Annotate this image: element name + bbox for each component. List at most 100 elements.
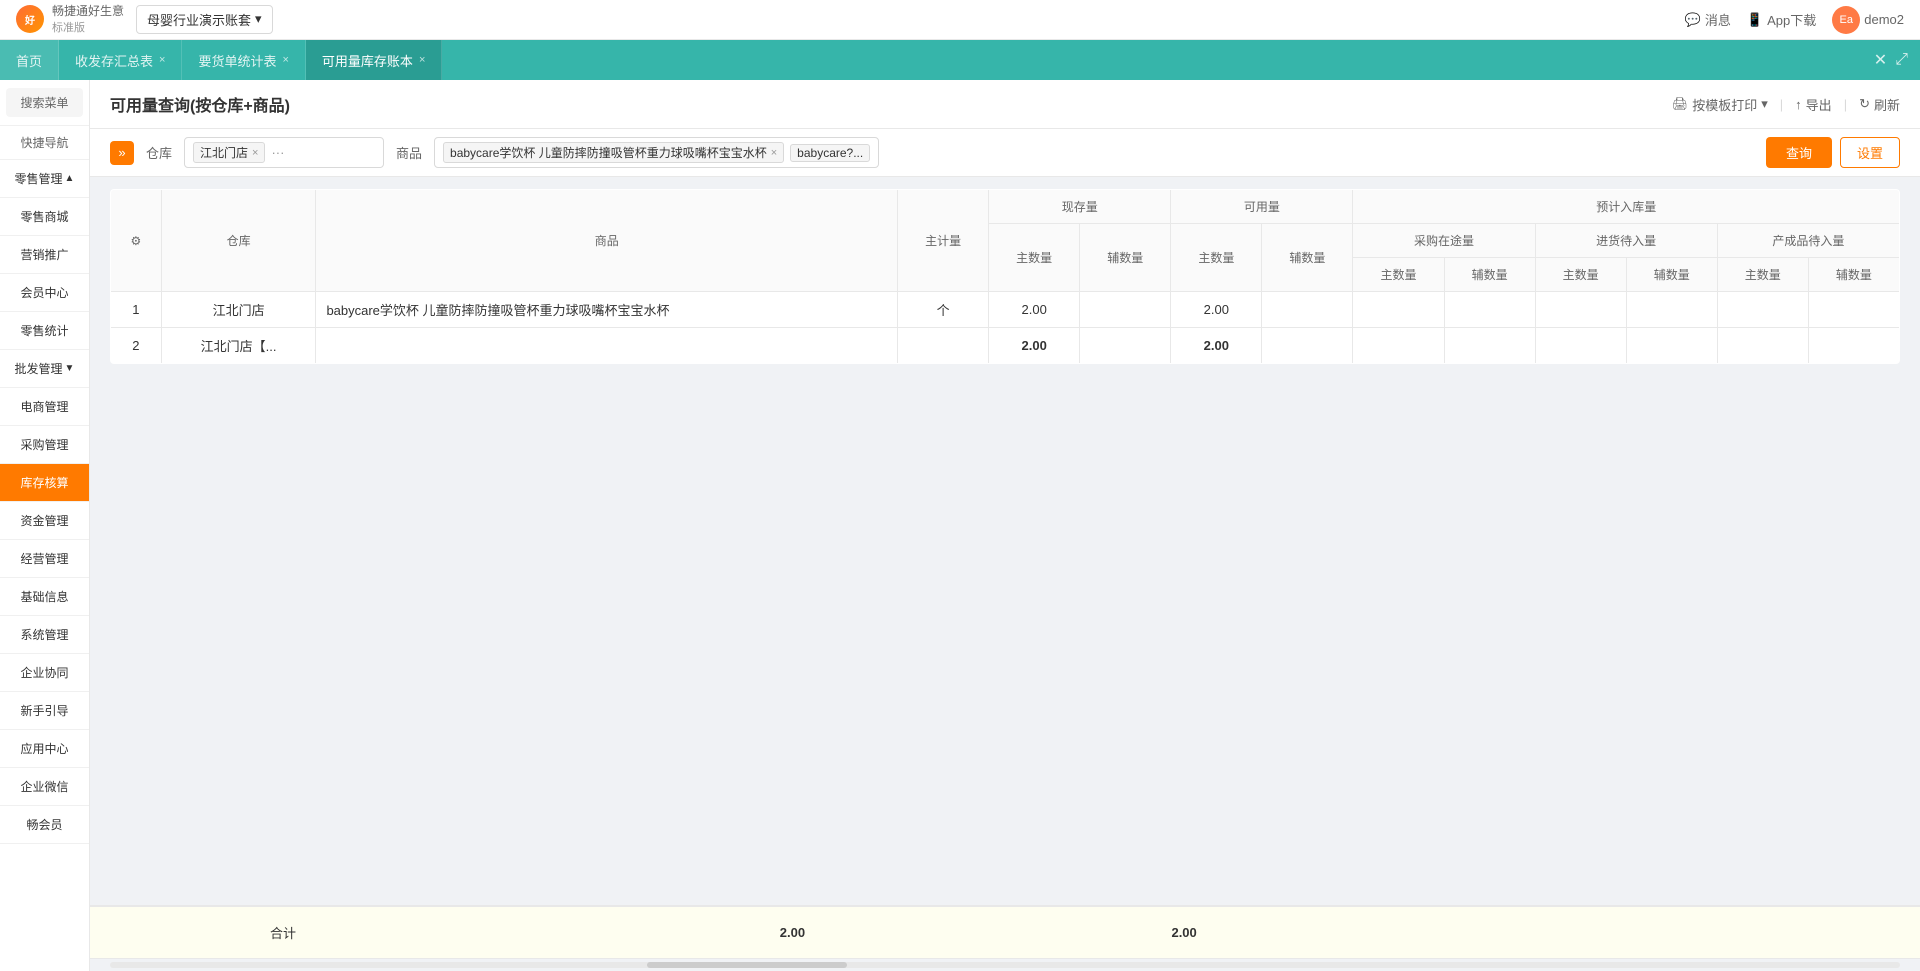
quick-nav-btn[interactable]: 快捷导航	[0, 126, 89, 160]
tab-receipts-label: 收发存汇总表	[75, 51, 153, 70]
row1-prod-main	[1717, 292, 1808, 328]
tab-receipts-close[interactable]: ×	[159, 54, 165, 66]
search-menu-btn[interactable]: 搜索菜单	[6, 88, 83, 117]
double-arrow-icon: »	[118, 145, 125, 160]
warehouse-tag-1: 江北门店 ×	[193, 142, 265, 163]
th-product: 商品	[316, 190, 898, 292]
sidebar-item-new-guide[interactable]: 新手引导	[0, 692, 89, 730]
tab-orders-label: 要货单统计表	[198, 51, 276, 70]
warehouse-filter-label: 仓库	[146, 143, 172, 162]
row2-unit	[898, 328, 989, 364]
template-print-btn[interactable]: 🖨 按模板打印 ▾	[1672, 95, 1768, 114]
sidebar-item-sys-mgmt[interactable]: 系统管理	[0, 616, 89, 654]
industry-select[interactable]: 母婴行业演示账套 ▾	[136, 5, 273, 34]
app-download-btn[interactable]: 📱 App下载	[1747, 10, 1816, 29]
maximize-btn[interactable]: ⤢	[1895, 51, 1908, 69]
th-settings[interactable]: ⚙	[111, 190, 162, 292]
th-incoming-group: 进货待入量	[1535, 224, 1717, 258]
export-btn[interactable]: ↑ 导出	[1795, 95, 1832, 114]
tab-home-label: 首页	[16, 51, 42, 70]
filter-expand-btn[interactable]: »	[110, 141, 134, 165]
logo-text: 畅捷通好生意	[52, 4, 124, 18]
row1-prod-sub	[1808, 292, 1899, 328]
sidebar-item-member-center[interactable]: 会员中心	[0, 274, 89, 312]
chevron-down-icon-print: ▾	[1761, 96, 1768, 112]
settings-icon: ⚙	[130, 234, 141, 248]
row2-pur-sub	[1444, 328, 1535, 364]
row2-avail-sub	[1262, 328, 1353, 364]
sidebar-item-marketing[interactable]: 营销推广	[0, 236, 89, 274]
row2-product	[316, 328, 898, 364]
row1-product: babycare学饮杯 儿童防摔防撞吸管杯重力球吸嘴杯宝宝水杯	[316, 292, 898, 328]
sidebar-item-enterprise[interactable]: 企业协同	[0, 654, 89, 692]
product-tag-1-close[interactable]: ×	[771, 147, 777, 159]
warehouse-filter-input[interactable]: 江北门店 × ···	[184, 137, 384, 168]
sidebar-item-wholesale-mgmt[interactable]: 批发管理 ▼	[0, 350, 89, 388]
footer-stock-total: 2.00	[637, 915, 949, 950]
tab-home[interactable]: 首页	[0, 40, 59, 80]
tab-receipts[interactable]: 收发存汇总表 ×	[59, 40, 182, 80]
th-production-main: 主数量	[1717, 258, 1808, 292]
sidebar-item-basic-info[interactable]: 基础信息	[0, 578, 89, 616]
row2-prod-sub	[1808, 328, 1899, 364]
chevron-down-icon-wholesale: ▼	[65, 363, 75, 374]
row1-warehouse: 江北门店	[161, 292, 316, 328]
tab-available[interactable]: 可用量库存账本 ×	[306, 40, 442, 80]
row2-inc-sub	[1626, 328, 1717, 364]
close-window-btn[interactable]: ✕	[1874, 50, 1887, 70]
settings-btn[interactable]: 设置	[1840, 137, 1900, 168]
row1-stock-sub	[1080, 292, 1171, 328]
row1-stock-main: 2.00	[989, 292, 1080, 328]
row2-warehouse: 江北门店【...	[161, 328, 316, 364]
horizontal-scrollbar[interactable]	[110, 962, 1900, 968]
th-production-group: 产成品待入量	[1717, 224, 1899, 258]
sidebar-item-vip[interactable]: 畅会员	[0, 806, 89, 844]
sidebar: 搜索菜单 快捷导航 零售管理 ▲ 零售商城 营销推广 会员中心 零售统计 批发管…	[0, 80, 90, 971]
row2-stock-sub	[1080, 328, 1171, 364]
refresh-btn[interactable]: ↻ 刷新	[1859, 95, 1900, 114]
tab-orders-close[interactable]: ×	[282, 54, 288, 66]
sidebar-item-retail-mgmt-label: 零售管理	[15, 170, 63, 187]
sidebar-item-enterprise-wechat[interactable]: 企业微信	[0, 768, 89, 806]
footer-total: 合计 2.00 2.00	[90, 905, 1920, 959]
th-purchase-sub: 辅数量	[1444, 258, 1535, 292]
sidebar-item-finance[interactable]: 资金管理	[0, 502, 89, 540]
th-incoming-main: 主数量	[1535, 258, 1626, 292]
table-row: 1 江北门店 babycare学饮杯 儿童防摔防撞吸管杯重力球吸嘴杯宝宝水杯 个…	[111, 292, 1900, 328]
query-btn[interactable]: 查询	[1766, 137, 1832, 168]
sidebar-item-app-center[interactable]: 应用中心	[0, 730, 89, 768]
row2-inc-main	[1535, 328, 1626, 364]
row2-stock-main: 2.00	[989, 328, 1080, 364]
logo-text-area: 畅捷通好生意 标准版	[52, 4, 124, 34]
sidebar-item-inventory[interactable]: 库存核算	[0, 464, 89, 502]
sidebar-item-retail-mgmt[interactable]: 零售管理 ▲	[0, 160, 89, 198]
message-btn[interactable]: 💬 消息	[1685, 10, 1731, 29]
warehouse-tag-close[interactable]: ×	[252, 147, 258, 159]
row1-pur-main	[1353, 292, 1444, 328]
tab-orders[interactable]: 要货单统计表 ×	[182, 40, 305, 80]
th-main-unit: 主计量	[898, 190, 989, 292]
sidebar-item-retail-store[interactable]: 零售商城	[0, 198, 89, 236]
th-purchase-main: 主数量	[1353, 258, 1444, 292]
th-warehouse: 仓库	[161, 190, 316, 292]
sidebar-item-retail-stats[interactable]: 零售统计	[0, 312, 89, 350]
sidebar-item-ecommerce[interactable]: 电商管理	[0, 388, 89, 426]
product-filter-input[interactable]: babycare学饮杯 儿童防摔防撞吸管杯重力球吸嘴杯宝宝水杯 × babyca…	[434, 137, 879, 168]
row1-inc-main	[1535, 292, 1626, 328]
sidebar-item-operations[interactable]: 经营管理	[0, 540, 89, 578]
scrollbar-thumb[interactable]	[647, 962, 847, 968]
th-stock-group: 现存量	[989, 190, 1171, 224]
filter-bar: » 仓库 江北门店 × ··· 商品 babycare学饮杯 儿童防摔防撞吸管杯…	[90, 129, 1920, 177]
row1-inc-sub	[1626, 292, 1717, 328]
tab-available-label: 可用量库存账本	[322, 51, 413, 70]
th-forecast-group: 预计入库量	[1353, 190, 1900, 224]
row1-avail-sub	[1262, 292, 1353, 328]
th-available-main: 主数量	[1171, 224, 1262, 292]
tab-available-close[interactable]: ×	[419, 54, 425, 66]
sidebar-item-purchase[interactable]: 采购管理	[0, 426, 89, 464]
footer-table: 合计 2.00 2.00	[110, 915, 1900, 950]
message-icon: 💬	[1685, 12, 1701, 28]
filter-action-area: 查询 设置	[1766, 137, 1900, 168]
logo-area: 好 畅捷通好生意 标准版	[16, 4, 124, 34]
user-profile-btn[interactable]: Ea demo2	[1832, 6, 1904, 34]
